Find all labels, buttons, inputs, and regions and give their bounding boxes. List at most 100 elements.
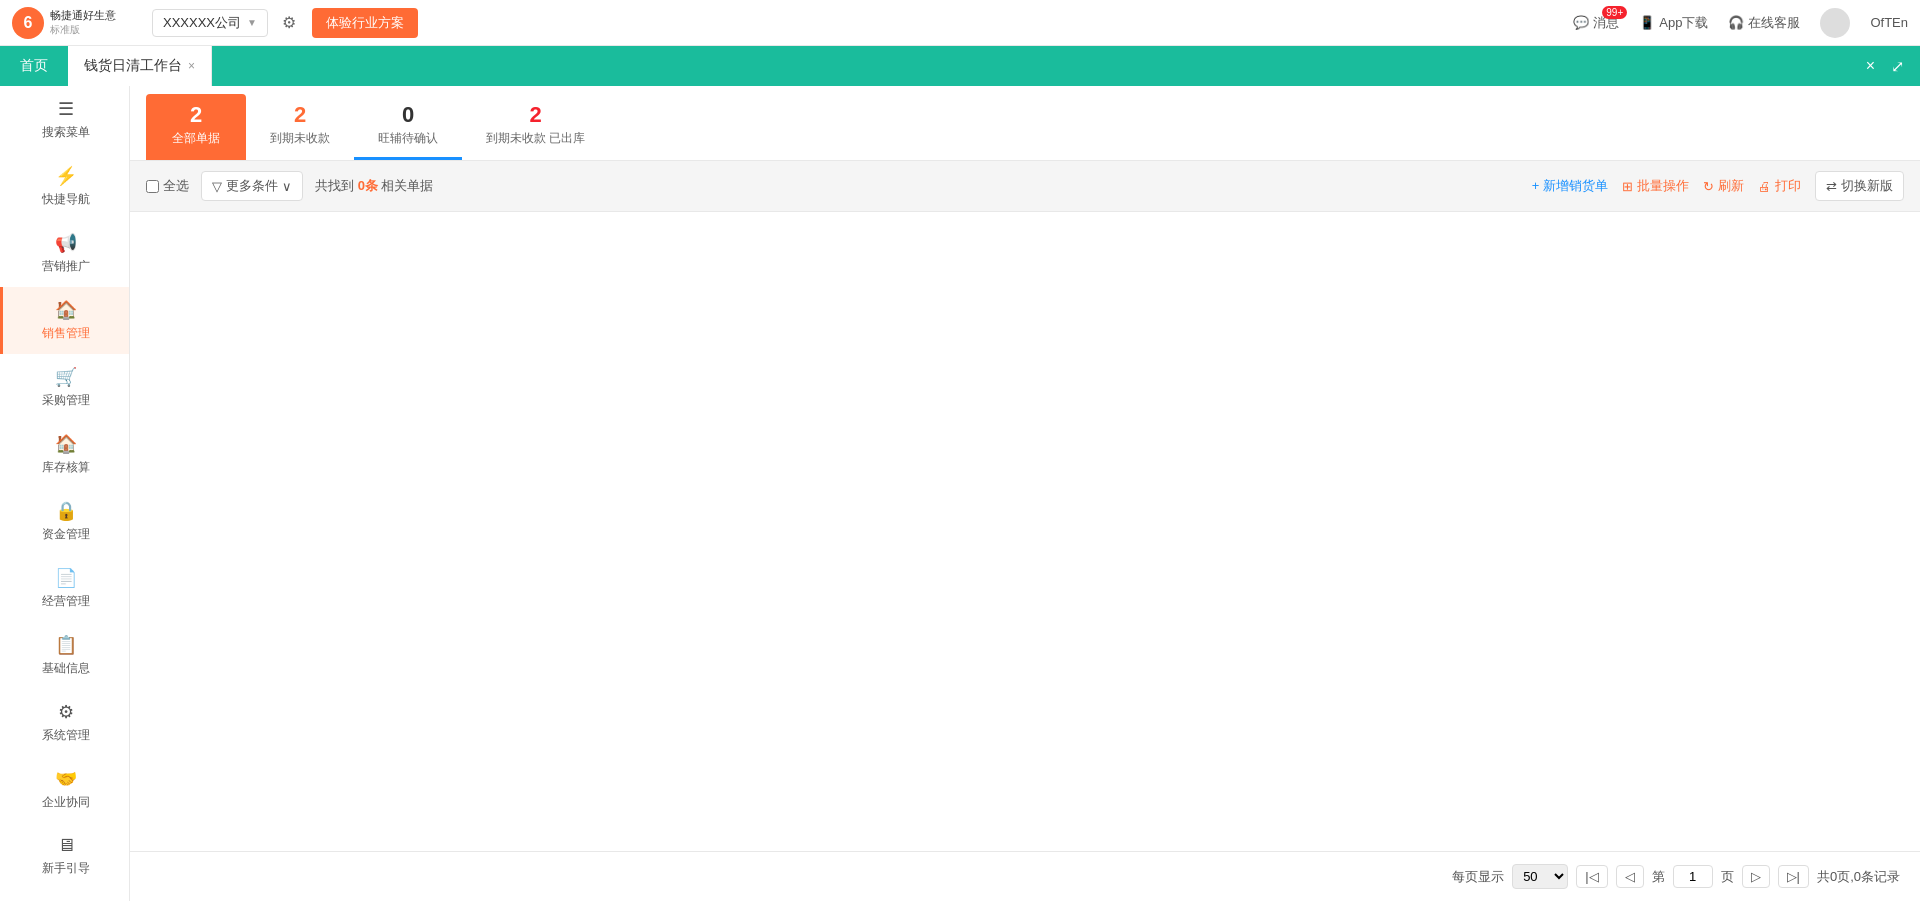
sidebar-item-enterprise[interactable]: 🤝 企业协同 bbox=[0, 756, 129, 823]
message-badge: 99+ bbox=[1602, 6, 1627, 19]
window-close-btn[interactable]: × bbox=[1862, 53, 1879, 79]
stat-tab-overdue-shipped[interactable]: 2 到期未收款 已出库 bbox=[462, 94, 609, 160]
refresh-icon: ↻ bbox=[1703, 179, 1714, 194]
switch-version-btn[interactable]: ⇄ 切换新版 bbox=[1815, 171, 1904, 201]
message-btn[interactable]: 💬 消息 99+ bbox=[1573, 14, 1619, 32]
avatar[interactable] bbox=[1820, 8, 1850, 38]
company-selector[interactable]: XXXXXX公司 ▼ bbox=[152, 9, 268, 37]
sidebar-item-marketing[interactable]: 📢 营销推广 bbox=[0, 220, 129, 287]
select-all-input[interactable] bbox=[146, 180, 159, 193]
refresh-label: 刷新 bbox=[1718, 177, 1744, 195]
sidebar-label-base-info: 基础信息 bbox=[42, 660, 90, 677]
logo-sub: 标准版 bbox=[50, 23, 116, 37]
top-bar: 6 畅捷通好生意 标准版 XXXXXX公司 ▼ ⚙ 体验行业方案 💬 消息 99… bbox=[0, 0, 1920, 46]
filter-icon: ▽ bbox=[212, 179, 222, 194]
sidebar-label-sales: 销售管理 bbox=[42, 325, 90, 342]
quick-nav-icon: ⚡ bbox=[55, 165, 77, 187]
tab-qrzt[interactable]: 钱货日清工作台 × bbox=[68, 46, 212, 86]
switch-label: 切换新版 bbox=[1841, 177, 1893, 195]
online-service-btn[interactable]: 🎧 在线客服 bbox=[1728, 14, 1800, 32]
purchase-icon: 🛒 bbox=[55, 366, 77, 388]
sidebar-item-purchase[interactable]: 🛒 采购管理 bbox=[0, 354, 129, 421]
first-page-btn[interactable]: |◁ bbox=[1576, 865, 1607, 888]
print-btn[interactable]: 🖨 打印 bbox=[1758, 177, 1801, 195]
page-prefix: 第 bbox=[1652, 868, 1665, 886]
sidebar-label-inventory: 库存核算 bbox=[42, 459, 90, 476]
stats-tabs: 2 全部单据 2 到期未收款 0 旺辅待确认 2 到期未收款 已出库 bbox=[130, 86, 1920, 160]
sidebar-item-search-menu[interactable]: ☰ 搜索菜单 bbox=[0, 86, 129, 153]
batch-btn[interactable]: ⊞ 批量操作 bbox=[1622, 177, 1689, 195]
online-service-label: 在线客服 bbox=[1748, 14, 1800, 32]
sidebar-item-system[interactable]: ⚙ 系统管理 bbox=[0, 689, 129, 756]
base-info-icon: 📋 bbox=[55, 634, 77, 656]
sidebar-item-guide[interactable]: 🖥 新手引导 bbox=[0, 823, 129, 889]
sidebar-label-operation: 经营管理 bbox=[42, 593, 90, 610]
filter-btn[interactable]: ▽ 更多条件 ∨ bbox=[201, 171, 303, 201]
settings-icon[interactable]: ⚙ bbox=[278, 9, 300, 36]
select-all-label: 全选 bbox=[163, 177, 189, 195]
inventory-icon: 🏠 bbox=[55, 433, 77, 455]
stat-tab-all[interactable]: 2 全部单据 bbox=[146, 94, 246, 160]
stat-label-all: 全部单据 bbox=[172, 130, 220, 147]
stat-label-overdue: 到期未收款 bbox=[270, 130, 330, 147]
tab-bar: 首页 钱货日清工作台 × × ⤢ bbox=[0, 46, 1920, 86]
toolbar-right: + 新增销货单 ⊞ 批量操作 ↻ 刷新 🖨 打印 ⇄ 切换新版 bbox=[1532, 171, 1904, 201]
stat-tab-pending[interactable]: 0 旺辅待确认 bbox=[354, 94, 462, 160]
operation-icon: 📄 bbox=[55, 567, 77, 589]
window-max-btn[interactable]: ⤢ bbox=[1887, 53, 1908, 80]
next-page-btn[interactable]: ▷ bbox=[1742, 865, 1770, 888]
last-page-btn[interactable]: ▷| bbox=[1778, 865, 1809, 888]
tab-close-icon[interactable]: × bbox=[188, 59, 195, 73]
sidebar-item-operation[interactable]: 📄 经营管理 bbox=[0, 555, 129, 622]
pagination-bar: 每页显示 50 10 20 100 |◁ ◁ 第 页 ▷ ▷| 共0页,0条记录 bbox=[130, 851, 1920, 901]
page-suffix: 页 bbox=[1721, 868, 1734, 886]
sidebar-label-enterprise: 企业协同 bbox=[42, 794, 90, 811]
sidebar: ☰ 搜索菜单 ⚡ 快捷导航 📢 营销推广 🏠 销售管理 🛒 采购管理 🏠 库存核… bbox=[0, 86, 130, 901]
stat-tab-overdue[interactable]: 2 到期未收款 bbox=[246, 94, 354, 160]
system-icon: ⚙ bbox=[58, 701, 74, 723]
sidebar-label-marketing: 营销推广 bbox=[42, 258, 90, 275]
sidebar-item-inventory[interactable]: 🏠 库存核算 bbox=[0, 421, 129, 488]
app-download-label: App下载 bbox=[1659, 14, 1708, 32]
sidebar-label-capital: 资金管理 bbox=[42, 526, 90, 543]
chevron-down-icon: ▼ bbox=[247, 17, 257, 28]
sidebar-label-purchase: 采购管理 bbox=[42, 392, 90, 409]
sidebar-label-guide: 新手引导 bbox=[42, 860, 90, 877]
select-all-checkbox[interactable]: 全选 bbox=[146, 177, 189, 195]
sidebar-item-base-info[interactable]: 📋 基础信息 bbox=[0, 622, 129, 689]
stat-label-overdue-shipped: 到期未收款 已出库 bbox=[486, 130, 585, 147]
refresh-btn[interactable]: ↻ 刷新 bbox=[1703, 177, 1744, 195]
service-icon: 🎧 bbox=[1728, 15, 1744, 30]
stat-number-pending: 0 bbox=[402, 102, 414, 128]
switch-icon: ⇄ bbox=[1826, 179, 1837, 194]
prev-page-btn[interactable]: ◁ bbox=[1616, 865, 1644, 888]
content-main bbox=[130, 212, 1920, 851]
stat-number-overdue: 2 bbox=[294, 102, 306, 128]
per-page-label: 每页显示 bbox=[1452, 868, 1504, 886]
tab-bar-actions: × ⤢ bbox=[1862, 53, 1920, 80]
sidebar-label-search-menu: 搜索菜单 bbox=[42, 124, 90, 141]
stat-number-overdue-shipped: 2 bbox=[530, 102, 542, 128]
add-sale-label: + 新增销货单 bbox=[1532, 177, 1608, 195]
toolbar: 全选 ▽ 更多条件 ∨ 共找到 0条 相关单据 + 新增销货单 ⊞ 批量操作 ↻ bbox=[130, 161, 1920, 212]
add-sale-btn[interactable]: + 新增销货单 bbox=[1532, 177, 1608, 195]
capital-icon: 🔒 bbox=[55, 500, 77, 522]
logo-text: 畅捷通好生意 bbox=[50, 8, 116, 22]
print-label: 打印 bbox=[1775, 177, 1801, 195]
main-layout: ☰ 搜索菜单 ⚡ 快捷导航 📢 营销推广 🏠 销售管理 🛒 采购管理 🏠 库存核… bbox=[0, 86, 1920, 901]
stat-number-all: 2 bbox=[190, 102, 202, 128]
trial-btn[interactable]: 体验行业方案 bbox=[312, 8, 418, 38]
sidebar-item-capital[interactable]: 🔒 资金管理 bbox=[0, 488, 129, 555]
sidebar-item-sales[interactable]: 🏠 销售管理 bbox=[0, 287, 129, 354]
enterprise-icon: 🤝 bbox=[55, 768, 77, 790]
sidebar-item-quick-nav[interactable]: ⚡ 快捷导航 bbox=[0, 153, 129, 220]
page-input[interactable] bbox=[1673, 865, 1713, 888]
tab-home[interactable]: 首页 bbox=[0, 46, 68, 86]
page-total: 共0页,0条记录 bbox=[1817, 868, 1900, 886]
sidebar-item-app-center[interactable]: 📦 应用中心 bbox=[0, 889, 129, 901]
app-download-btn[interactable]: 📱 App下载 bbox=[1639, 14, 1708, 32]
search-menu-icon: ☰ bbox=[58, 98, 74, 120]
message-icon: 💬 bbox=[1573, 15, 1589, 30]
batch-label: 批量操作 bbox=[1637, 177, 1689, 195]
per-page-select[interactable]: 50 10 20 100 bbox=[1512, 864, 1568, 889]
